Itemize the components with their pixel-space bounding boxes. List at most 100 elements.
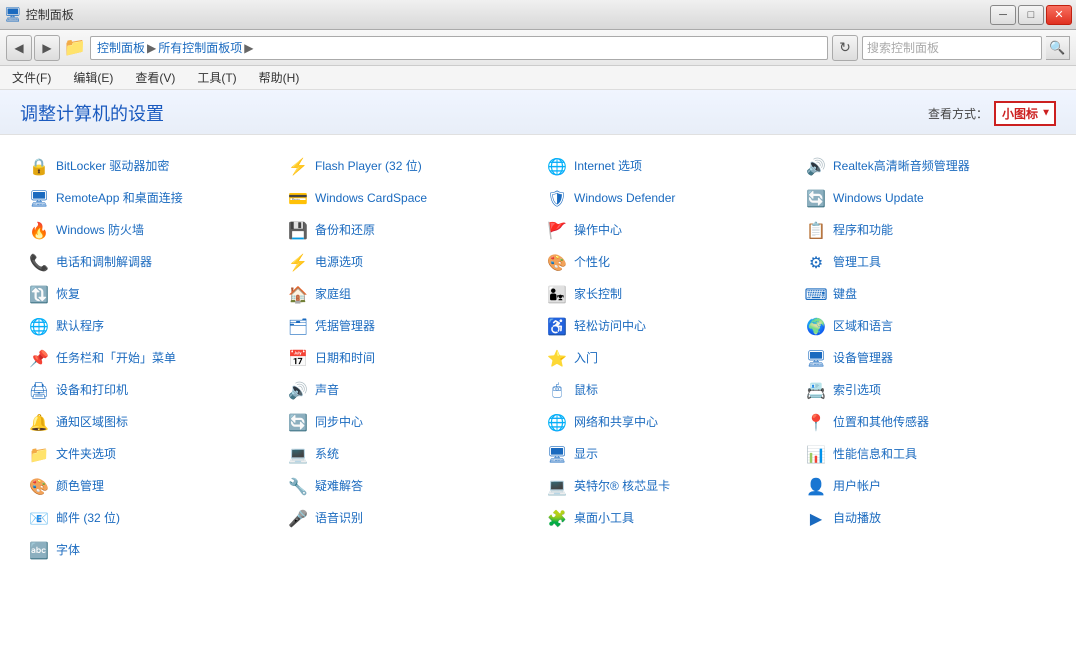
control-item-recovery[interactable]: 🔃恢复 bbox=[20, 279, 279, 311]
refresh-button[interactable]: ↻ bbox=[832, 35, 858, 61]
control-item-fonts[interactable]: 🔤字体 bbox=[20, 535, 279, 567]
search-button[interactable]: 🔍 bbox=[1046, 36, 1070, 60]
items-grid: 🔒BitLocker 驱动器加密⚡Flash Player (32 位)🌐Int… bbox=[0, 135, 1076, 583]
control-item-realtek[interactable]: 🔊Realtek高清晰音频管理器 bbox=[797, 151, 1056, 183]
control-item-useraccount[interactable]: 👤用户帐户 bbox=[797, 471, 1056, 503]
control-item-colorman[interactable]: 🎨颜色管理 bbox=[20, 471, 279, 503]
control-item-flash[interactable]: ⚡Flash Player (32 位) bbox=[279, 151, 538, 183]
folder-icon: 📁 bbox=[64, 37, 86, 59]
menu-item-edit[interactable]: 编辑(E) bbox=[69, 67, 117, 88]
control-item-devmgr[interactable]: 🖥设备管理器 bbox=[797, 343, 1056, 375]
address-part1[interactable]: 控制面板 bbox=[97, 39, 145, 56]
search-input[interactable]: 搜索控制面板 bbox=[862, 36, 1042, 60]
item-icon-devices: 🖨 bbox=[28, 380, 50, 402]
item-label-phone: 电话和调制解调器 bbox=[56, 255, 152, 271]
control-item-power[interactable]: ⚡电源选项 bbox=[279, 247, 538, 279]
menu-item-help[interactable]: 帮助(H) bbox=[255, 67, 304, 88]
control-item-location[interactable]: 📍位置和其他传感器 bbox=[797, 407, 1056, 439]
control-item-winupdate[interactable]: 🔄Windows Update bbox=[797, 183, 1056, 215]
address-part2[interactable]: 所有控制面板项 bbox=[158, 39, 242, 56]
view-header: 调整计算机的设置 查看方式： 小图标 ▼ bbox=[0, 90, 1076, 135]
control-item-trouble[interactable]: 🔧疑难解答 bbox=[279, 471, 538, 503]
item-icon-speech: 🎤 bbox=[287, 508, 309, 530]
control-item-ease[interactable]: ♿轻松访问中心 bbox=[538, 311, 797, 343]
control-item-intel[interactable]: 💻英特尔® 核芯显卡 bbox=[538, 471, 797, 503]
control-item-perfinfo[interactable]: 📊性能信息和工具 bbox=[797, 439, 1056, 471]
item-label-remoteapp: RemoteApp 和桌面连接 bbox=[56, 191, 183, 207]
item-label-mail: 邮件 (32 位) bbox=[56, 511, 120, 527]
control-item-taskbar[interactable]: 📌任务栏和「开始」菜单 bbox=[20, 343, 279, 375]
item-icon-backup: 💾 bbox=[287, 220, 309, 242]
item-label-fonts: 字体 bbox=[56, 543, 80, 559]
item-icon-perfinfo: 📊 bbox=[805, 444, 827, 466]
control-item-actioncenter[interactable]: 🚩操作中心 bbox=[538, 215, 797, 247]
control-item-internet[interactable]: 🌐Internet 选项 bbox=[538, 151, 797, 183]
item-icon-flash: ⚡ bbox=[287, 156, 309, 178]
item-label-bitlocker: BitLocker 驱动器加密 bbox=[56, 159, 169, 175]
item-icon-realtek: 🔊 bbox=[805, 156, 827, 178]
control-item-firewall[interactable]: 🔥Windows 防火墙 bbox=[20, 215, 279, 247]
item-icon-mail: 📧 bbox=[28, 508, 50, 530]
control-item-credentials[interactable]: 🗂凭据管理器 bbox=[279, 311, 538, 343]
control-item-autoplay[interactable]: ▶自动播放 bbox=[797, 503, 1056, 535]
control-item-programs[interactable]: 📋程序和功能 bbox=[797, 215, 1056, 247]
view-mode-value: 小图标 bbox=[1002, 107, 1038, 121]
menu-item-tools[interactable]: 工具(T) bbox=[193, 67, 240, 88]
item-label-datetime: 日期和时间 bbox=[315, 351, 375, 367]
control-item-display[interactable]: 🖥 显示 bbox=[538, 439, 797, 471]
control-item-indexing[interactable]: 📇索引选项 bbox=[797, 375, 1056, 407]
address-bar[interactable]: 控制面板 ▶ 所有控制面板项 ▶ bbox=[90, 36, 828, 60]
minimize-button[interactable]: ─ bbox=[990, 5, 1016, 25]
item-icon-defender: 🛡 bbox=[546, 188, 568, 210]
item-label-credentials: 凭据管理器 bbox=[315, 319, 375, 335]
control-item-getstarted[interactable]: ⭐入门 bbox=[538, 343, 797, 375]
control-item-region_lang[interactable]: 🌍区域和语言 bbox=[797, 311, 1056, 343]
item-label-backup: 备份和还原 bbox=[315, 223, 375, 239]
control-item-sync[interactable]: 🔄同步中心 bbox=[279, 407, 538, 439]
control-item-notif[interactable]: 🔔通知区域图标 bbox=[20, 407, 279, 439]
item-label-display: 显示 bbox=[574, 447, 598, 463]
control-item-keyboard[interactable]: ⌨键盘 bbox=[797, 279, 1056, 311]
item-label-homegroup: 家庭组 bbox=[315, 287, 351, 303]
control-item-admin[interactable]: ⚙管理工具 bbox=[797, 247, 1056, 279]
item-label-devmgr: 设备管理器 bbox=[833, 351, 893, 367]
control-item-sound[interactable]: 🔊声音 bbox=[279, 375, 538, 407]
control-item-default_prog[interactable]: 🌐默认程序 bbox=[20, 311, 279, 343]
control-item-system[interactable]: 💻系统 bbox=[279, 439, 538, 471]
control-item-gadgets[interactable]: 🧩桌面小工具 bbox=[538, 503, 797, 535]
item-icon-admin: ⚙ bbox=[805, 252, 827, 274]
forward-button[interactable]: ▶ bbox=[34, 35, 60, 61]
control-item-homegroup[interactable]: 🏠家庭组 bbox=[279, 279, 538, 311]
control-item-devices[interactable]: 🖨设备和打印机 bbox=[20, 375, 279, 407]
item-icon-display: 🖥 bbox=[546, 444, 568, 466]
item-label-indexing: 索引选项 bbox=[833, 383, 881, 399]
control-item-backup[interactable]: 💾 备份和还原 bbox=[279, 215, 538, 247]
control-item-remoteapp[interactable]: 🖥RemoteApp 和桌面连接 bbox=[20, 183, 279, 215]
item-icon-firewall: 🔥 bbox=[28, 220, 50, 242]
item-icon-intel: 💻 bbox=[546, 476, 568, 498]
view-mode-dropdown[interactable]: 小图标 ▼ bbox=[994, 101, 1056, 126]
control-item-datetime[interactable]: 📅日期和时间 bbox=[279, 343, 538, 375]
menu-item-file[interactable]: 文件(F) bbox=[8, 67, 55, 88]
item-icon-internet: 🌐 bbox=[546, 156, 568, 178]
item-label-speech: 语音识别 bbox=[315, 511, 363, 527]
control-item-folderopt[interactable]: 📁文件夹选项 bbox=[20, 439, 279, 471]
control-item-defender[interactable]: 🛡Windows Defender bbox=[538, 183, 797, 215]
control-item-mail[interactable]: 📧 邮件 (32 位) bbox=[20, 503, 279, 535]
control-item-bitlocker[interactable]: 🔒BitLocker 驱动器加密 bbox=[20, 151, 279, 183]
close-button[interactable]: ✕ bbox=[1046, 5, 1072, 25]
control-item-network[interactable]: 🌐网络和共享中心 bbox=[538, 407, 797, 439]
control-item-cardspace[interactable]: 💳Windows CardSpace bbox=[279, 183, 538, 215]
item-label-winupdate: Windows Update bbox=[833, 191, 924, 207]
control-item-personalize[interactable]: 🎨个性化 bbox=[538, 247, 797, 279]
view-mode-area: 查看方式： 小图标 ▼ bbox=[928, 101, 1056, 126]
control-item-parental[interactable]: 👨‍👧家长控制 bbox=[538, 279, 797, 311]
item-icon-taskbar: 📌 bbox=[28, 348, 50, 370]
item-icon-personalize: 🎨 bbox=[546, 252, 568, 274]
control-item-mouse[interactable]: 🖱鼠标 bbox=[538, 375, 797, 407]
back-button[interactable]: ◀ bbox=[6, 35, 32, 61]
control-item-speech[interactable]: 🎤 语音识别 bbox=[279, 503, 538, 535]
menu-item-view[interactable]: 查看(V) bbox=[131, 67, 179, 88]
control-item-phone[interactable]: 📞电话和调制解调器 bbox=[20, 247, 279, 279]
maximize-button[interactable]: □ bbox=[1018, 5, 1044, 25]
